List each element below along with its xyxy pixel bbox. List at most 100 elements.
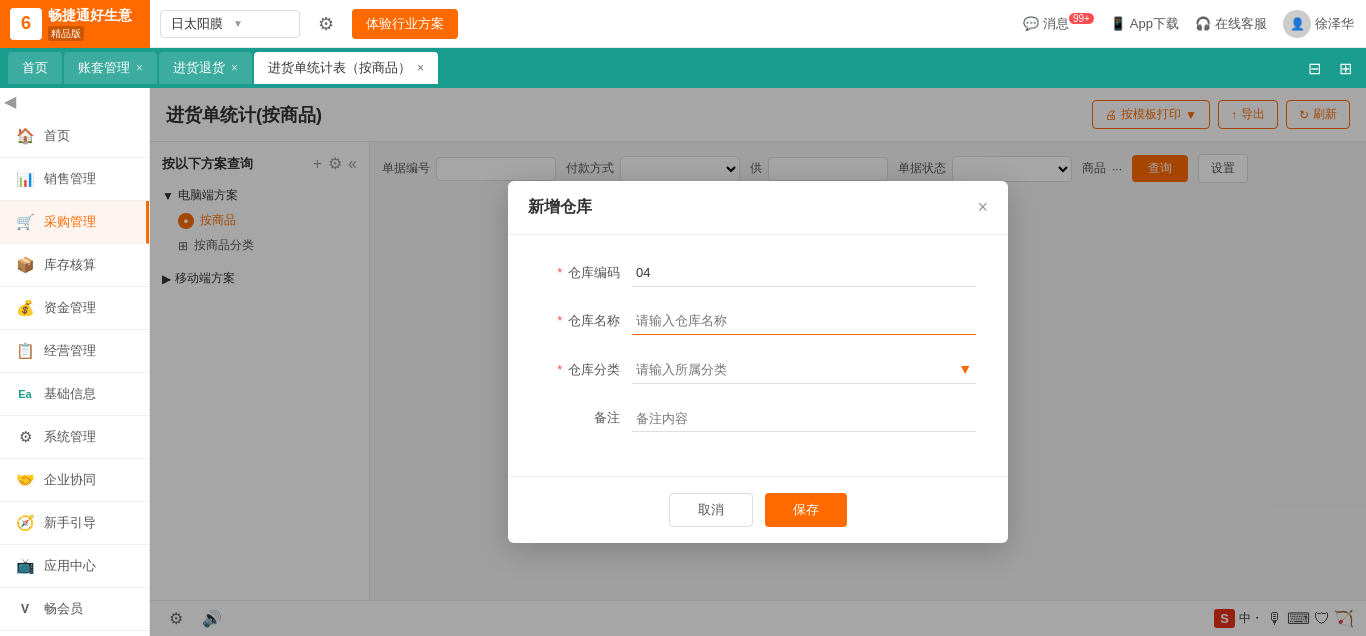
modal-overlay: 新增仓库 × * 仓库编码 * — [150, 88, 1366, 636]
tab-home[interactable]: 首页 — [8, 52, 62, 84]
form-row-name: * 仓库名称 — [540, 307, 976, 335]
sidebar-apps-label: 应用中心 — [44, 557, 96, 575]
sidebar-item-inventory[interactable]: 📦 库存核算 — [0, 244, 149, 287]
logo-text: 畅捷通好生意 精品版 — [48, 6, 132, 42]
notification-item[interactable]: 💬 消息 99+ — [1023, 15, 1094, 33]
sidebar-member-label: 畅会员 — [44, 600, 83, 618]
sidebar-enterprise-label: 企业协同 — [44, 471, 96, 489]
required-mark-code: * — [557, 265, 562, 280]
header-right: 💬 消息 99+ 📱 App下载 🎧 在线客服 👤 徐泽华 — [1023, 10, 1354, 38]
guide-icon: 🧭 — [16, 514, 34, 532]
category-dropdown-arrow-icon: ▼ — [958, 361, 972, 377]
sidebar-item-member[interactable]: V 畅会员 — [0, 588, 149, 631]
form-row-code: * 仓库编码 — [540, 259, 976, 287]
store-selector[interactable]: 日太阳膜 ▼ — [160, 10, 300, 38]
sidebar-item-finance[interactable]: 💰 资金管理 — [0, 287, 149, 330]
home-icon: 🏠 — [16, 127, 34, 145]
sales-icon: 📊 — [16, 170, 34, 188]
sidebar-item-apps[interactable]: 📺 应用中心 — [0, 545, 149, 588]
sidebar-item-system[interactable]: ⚙ 系统管理 — [0, 416, 149, 459]
store-arrow-icon: ▼ — [233, 18, 289, 29]
form-label-code: * 仓库编码 — [540, 264, 620, 282]
sidebar-guide-label: 新手引导 — [44, 514, 96, 532]
tab-account[interactable]: 账套管理 × — [64, 52, 157, 84]
sidebar-finance-label: 资金管理 — [44, 299, 96, 317]
sidebar-collapse-button[interactable]: ◀ — [0, 88, 20, 115]
form-label-category: * 仓库分类 — [540, 361, 620, 379]
tab-purchase-stats-label: 进货单统计表（按商品） — [268, 59, 411, 77]
notification-label: 消息 — [1043, 15, 1069, 33]
tab-home-label: 首页 — [22, 59, 48, 77]
form-row-category: * 仓库分类 ▼ — [540, 355, 976, 384]
sidebar-system-label: 系统管理 — [44, 428, 96, 446]
tab-purchase-return-label: 进货退货 — [173, 59, 225, 77]
settings-button[interactable]: ⚙ — [310, 8, 342, 40]
trial-button[interactable]: 体验行业方案 — [352, 9, 458, 39]
tab-expand-button[interactable]: ⊞ — [1333, 57, 1358, 80]
inventory-icon: 📦 — [16, 256, 34, 274]
sidebar-item-enterprise[interactable]: 🤝 企业协同 — [0, 459, 149, 502]
add-warehouse-modal: 新增仓库 × * 仓库编码 * — [508, 181, 1008, 543]
tab-purchase-return-close-icon[interactable]: × — [231, 61, 238, 75]
sidebar-item-operations[interactable]: 📋 经营管理 — [0, 330, 149, 373]
modal-close-button[interactable]: × — [977, 197, 988, 218]
sidebar-item-basic[interactable]: Ea 基础信息 — [0, 373, 149, 416]
sidebar-purchase-label: 采购管理 — [44, 213, 96, 231]
tab-account-close-icon[interactable]: × — [136, 61, 143, 75]
sidebar-sales-label: 销售管理 — [44, 170, 96, 188]
user-item[interactable]: 👤 徐泽华 — [1283, 10, 1354, 38]
logo-badge: 精品版 — [48, 26, 84, 41]
logo-icon: 6 — [10, 8, 42, 40]
tab-purchase-stats-close-icon[interactable]: × — [417, 61, 424, 75]
warehouse-notes-textarea[interactable] — [632, 404, 976, 432]
sidebar-item-home[interactable]: 🏠 首页 — [0, 115, 149, 158]
required-mark-category: * — [557, 362, 562, 377]
system-icon: ⚙ — [16, 428, 34, 446]
sidebar-item-guide[interactable]: 🧭 新手引导 — [0, 502, 149, 545]
online-service-item[interactable]: 🎧 在线客服 — [1195, 15, 1267, 33]
cancel-button[interactable]: 取消 — [669, 493, 753, 527]
finance-icon: 💰 — [16, 299, 34, 317]
form-label-notes: 备注 — [540, 409, 620, 427]
sidebar-item-purchase[interactable]: 🛒 采购管理 — [0, 201, 149, 244]
sidebar: ◀ 🏠 首页 📊 销售管理 🛒 采购管理 📦 库存核算 💰 资金管理 📋 经营管… — [0, 88, 150, 636]
tab-restore-button[interactable]: ⊟ — [1302, 57, 1327, 80]
tab-actions: ⊟ ⊞ — [1302, 57, 1358, 80]
top-header: 6 畅捷通好生意 精品版 日太阳膜 ▼ ⚙ 体验行业方案 💬 消息 99+ 📱 … — [0, 0, 1366, 48]
tab-bar: 首页 账套管理 × 进货退货 × 进货单统计表（按商品） × ⊟ ⊞ — [0, 48, 1366, 88]
operations-icon: 📋 — [16, 342, 34, 360]
member-icon: V — [16, 600, 34, 618]
modal-title: 新增仓库 — [528, 197, 592, 218]
sidebar-home-label: 首页 — [44, 127, 70, 145]
form-row-notes: 备注 — [540, 404, 976, 432]
notification-badge: 99+ — [1069, 13, 1094, 24]
phone-icon: 📱 — [1110, 16, 1126, 31]
modal-body: * 仓库编码 * 仓库名称 — [508, 235, 1008, 476]
headset-icon: 🎧 — [1195, 16, 1211, 31]
avatar: 👤 — [1283, 10, 1311, 38]
sidebar-inventory-label: 库存核算 — [44, 256, 96, 274]
app-download-item[interactable]: 📱 App下载 — [1110, 15, 1179, 33]
basic-info-icon: Ea — [16, 385, 34, 403]
store-name: 日太阳膜 — [171, 15, 227, 33]
sidebar-basic-label: 基础信息 — [44, 385, 96, 403]
enterprise-icon: 🤝 — [16, 471, 34, 489]
save-button[interactable]: 保存 — [765, 493, 847, 527]
apps-icon: 📺 — [16, 557, 34, 575]
tab-purchase-stats[interactable]: 进货单统计表（按商品） × — [254, 52, 438, 84]
logo-area: 6 畅捷通好生意 精品版 — [0, 0, 150, 48]
tab-purchase-return[interactable]: 进货退货 × — [159, 52, 252, 84]
tab-account-label: 账套管理 — [78, 59, 130, 77]
page-content: 进货单统计(按商品) 🖨 按模板打印 ▼ ↑ 导出 ↻ 刷新 — [150, 88, 1366, 636]
warehouse-name-input[interactable] — [632, 307, 976, 335]
app-download-label: App下载 — [1130, 15, 1179, 33]
warehouse-code-input[interactable] — [632, 259, 976, 287]
user-name: 徐泽华 — [1315, 15, 1354, 33]
form-label-name: * 仓库名称 — [540, 312, 620, 330]
online-service-label: 在线客服 — [1215, 15, 1267, 33]
warehouse-category-input[interactable] — [636, 362, 958, 377]
warehouse-category-wrapper[interactable]: ▼ — [632, 355, 976, 384]
sidebar-item-sales[interactable]: 📊 销售管理 — [0, 158, 149, 201]
notification-icon: 💬 — [1023, 16, 1039, 31]
required-mark-name: * — [557, 313, 562, 328]
